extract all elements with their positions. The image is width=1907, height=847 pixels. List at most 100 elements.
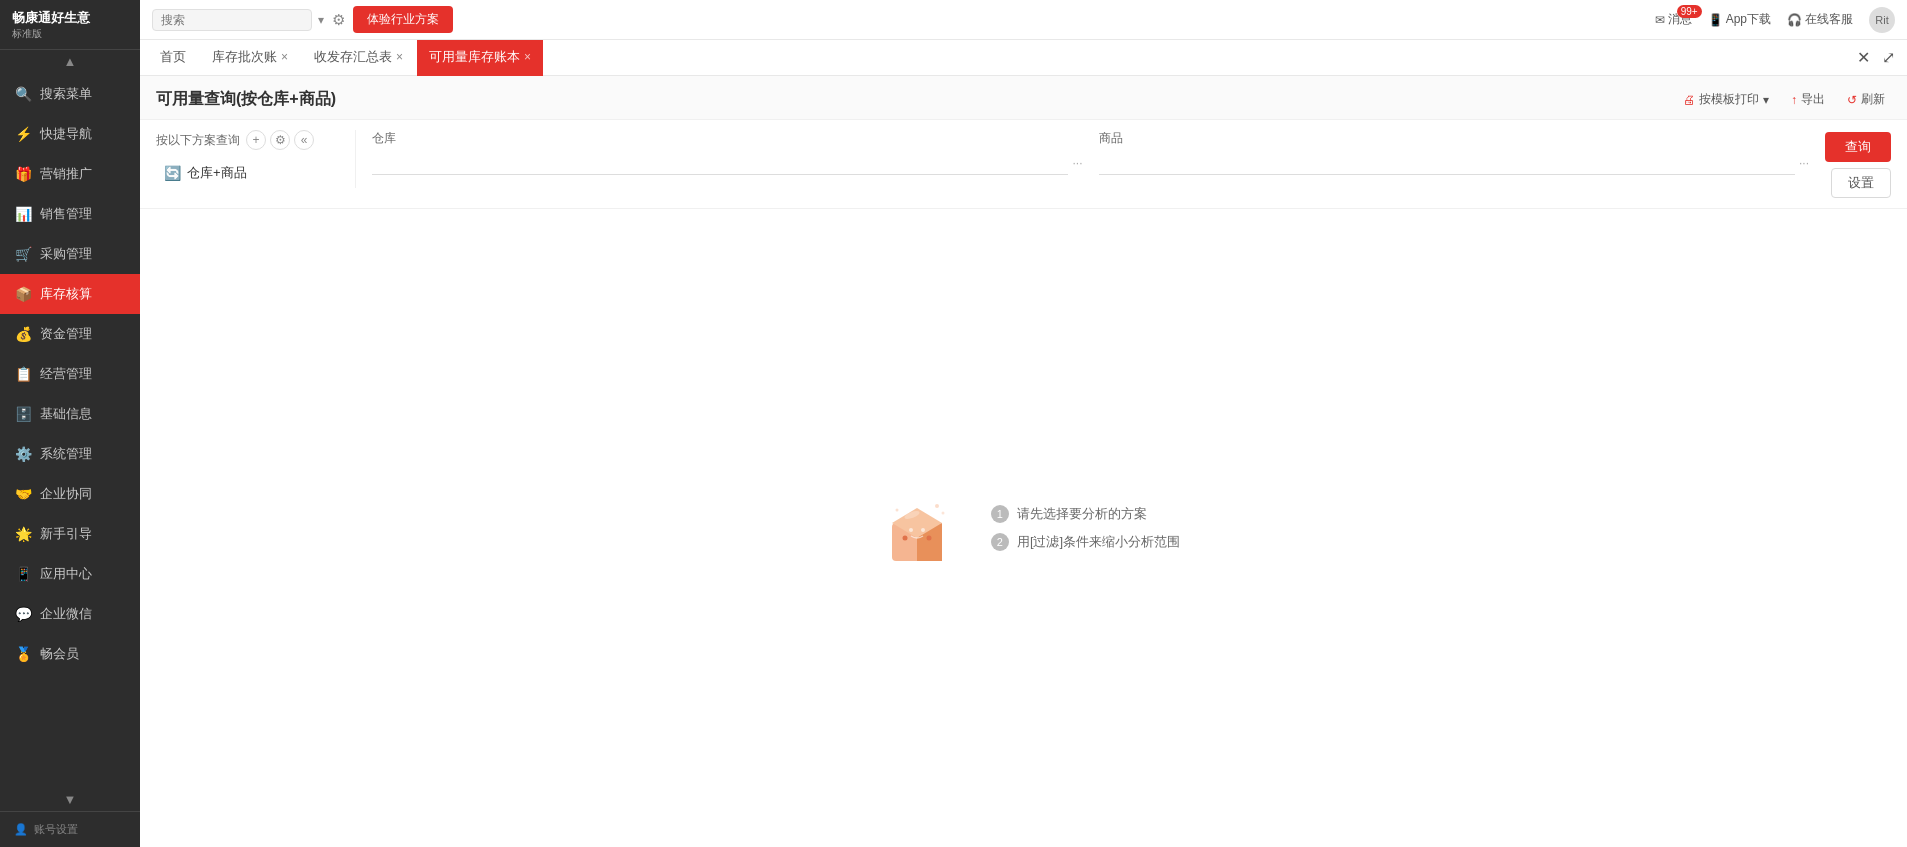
main-area: ▾ ⚙ 体验行业方案 ✉ 消息 99+ 📱 App下载 🎧 在线客服 Rit [140,0,1907,847]
sidebar-item-marketing[interactable]: 🎁营销推广 [0,154,140,194]
sidebar-item-label: 营销推广 [40,165,92,183]
schema-settings-btn[interactable]: ⚙ [270,130,290,150]
sidebar-item-shortcut[interactable]: ⚡快捷导航 [0,114,140,154]
appstore-icon: 📱 [14,566,32,582]
member-icon: 🏅 [14,646,32,662]
sidebar-item-inventory[interactable]: 📦库存核算 [0,274,140,314]
goods-more-btn[interactable]: ··· [1799,156,1809,170]
sidebar-menu: 🔍搜索菜单⚡快捷导航🎁营销推广📊销售管理🛒采购管理📦库存核算 💰 资金管理 📋经营管理… [0,74,140,787]
finance-icon: 💰 [14,326,32,342]
tab-close-summary[interactable]: × [396,50,403,64]
sidebar-item-sales[interactable]: 📊销售管理 [0,194,140,234]
sidebar-item-operations[interactable]: 📋经营管理 [0,354,140,394]
avatar[interactable]: Rit [1869,7,1895,33]
newbie-icon: 🌟 [14,526,32,542]
top-bar-right: ✉ 消息 99+ 📱 App下载 🎧 在线客服 Rit [1655,7,1895,33]
page-content: 可用量查询(按仓库+商品) 🖨 按模板打印 ▾ ↑ 导出 ↺ 刷新 [140,76,1907,847]
collapse-btn[interactable]: « [294,130,314,150]
tab-available[interactable]: 可用量库存账本 × [417,40,543,76]
tab-home[interactable]: 首页 [148,40,198,76]
goods-input[interactable] [1099,151,1795,175]
sidebar-item-purchase[interactable]: 🛒采购管理 [0,234,140,274]
online-service-link[interactable]: 🎧 在线客服 [1787,11,1853,28]
industry-btn[interactable]: 体验行业方案 [353,6,453,33]
tab-label-home: 首页 [160,48,186,66]
refresh-label: 刷新 [1861,91,1885,108]
sidebar-footer-text: 账号设置 [34,822,78,837]
empty-illustration [867,478,967,578]
enterprise-icon: 🤝 [14,486,32,502]
goods-input-row: ··· [1099,151,1810,175]
tab-summary[interactable]: 收发存汇总表× [302,40,415,76]
app-download-link[interactable]: 📱 App下载 [1708,11,1771,28]
sidebar-item-basic[interactable]: 🗄️基础信息 [0,394,140,434]
export-icon: ↑ [1791,93,1797,107]
sidebar-item-appstore[interactable]: 📱应用中心 [0,554,140,594]
sidebar-item-system[interactable]: ⚙️系统管理 [0,434,140,474]
app-label: App下载 [1726,11,1771,28]
wechat-icon: 💬 [14,606,32,622]
sales-icon: 📊 [14,206,32,222]
tip-num-1: 1 [991,505,1009,523]
svg-point-10 [895,509,898,512]
sidebar-item-wechat[interactable]: 💬企业微信 [0,594,140,634]
sidebar-item-search[interactable]: 🔍搜索菜单 [0,74,140,114]
add-schema-btn[interactable]: + [246,130,266,150]
close-tab-btn[interactable]: ✕ [1853,44,1874,71]
tab-container: 首页库存批次账×收发存汇总表×可用量库存账本× [148,40,1851,76]
print-dropdown-icon[interactable]: ▾ [1763,93,1769,107]
sidebar-item-newbie[interactable]: 🌟 新手引导 [0,514,140,554]
export-btn[interactable]: ↑ 导出 [1785,88,1831,111]
message-icon: ✉ [1655,13,1665,27]
message-link[interactable]: ✉ 消息 99+ [1655,11,1692,28]
service-label: 在线客服 [1805,11,1853,28]
tab-close-batch[interactable]: × [281,50,288,64]
dropdown-arrow[interactable]: ▾ [318,13,324,27]
tab-close-available[interactable]: × [524,50,531,64]
sidebar-item-finance[interactable]: 💰 资金管理 [0,314,140,354]
filter-actions-right: 查询 设置 [1825,130,1891,198]
message-badge: 99+ [1677,5,1702,18]
sidebar-item-label: 资金管理 [40,325,92,343]
basic-icon: 🗄️ [14,406,32,422]
user-icon: 👤 [14,823,28,836]
sidebar-scroll-down[interactable]: ▼ [0,787,140,811]
empty-tip-2: 2 用[过滤]条件来缩小分析范围 [991,533,1180,551]
page-title: 可用量查询(按仓库+商品) [156,89,336,110]
filter-field-warehouse: 仓库 ··· [372,130,1083,175]
query-btn[interactable]: 查询 [1825,132,1891,162]
sidebar-item-label: 采购管理 [40,245,92,263]
sidebar: 畅康通好生意 标准版 ▲ 🔍搜索菜单⚡快捷导航🎁营销推广📊销售管理🛒采购管理📦库… [0,0,140,847]
expand-btn[interactable]: ⤢ [1878,44,1899,71]
refresh-btn[interactable]: ↺ 刷新 [1841,88,1891,111]
sidebar-item-enterprise[interactable]: 🤝企业协同 [0,474,140,514]
tab-label-batch: 库存批次账 [212,48,277,66]
sidebar-item-label: 系统管理 [40,445,92,463]
filter-left: 按以下方案查询 + ⚙ « 🔄 仓库+商品 [156,130,356,188]
gear-icon[interactable]: ⚙ [330,9,347,31]
shortcut-icon: ⚡ [14,126,32,142]
search-input[interactable] [152,9,312,31]
tab-label-available: 可用量库存账本 [429,48,520,66]
sidebar-item-member[interactable]: 🏅 畅会员 [0,634,140,674]
warehouse-input[interactable] [372,151,1068,175]
svg-point-9 [941,512,944,515]
filter-field-goods: 商品 ··· [1099,130,1810,175]
search-icon: 🔍 [14,86,32,102]
warehouse-more-btn[interactable]: ··· [1072,156,1082,170]
sidebar-item-label: 新手引导 [40,525,92,543]
schema-item-warehouse-goods[interactable]: 🔄 仓库+商品 [156,158,343,188]
tab-batch[interactable]: 库存批次账 × [200,40,300,76]
sidebar-scroll-up[interactable]: ▲ [0,50,140,74]
export-label: 导出 [1801,91,1825,108]
print-btn[interactable]: 🖨 按模板打印 ▾ [1677,88,1775,111]
sidebar-item-label: 畅会员 [40,645,79,663]
tip-text-1: 请先选择要分析的方案 [1017,505,1147,523]
settings-btn[interactable]: 设置 [1831,168,1891,198]
schema-item-label: 仓库+商品 [187,164,247,182]
svg-point-6 [909,528,913,532]
sidebar-footer[interactable]: 👤 账号设置 [0,811,140,847]
logo-title: 畅康通好生意 [12,10,128,27]
svg-point-5 [926,536,931,541]
svg-point-8 [935,504,939,508]
